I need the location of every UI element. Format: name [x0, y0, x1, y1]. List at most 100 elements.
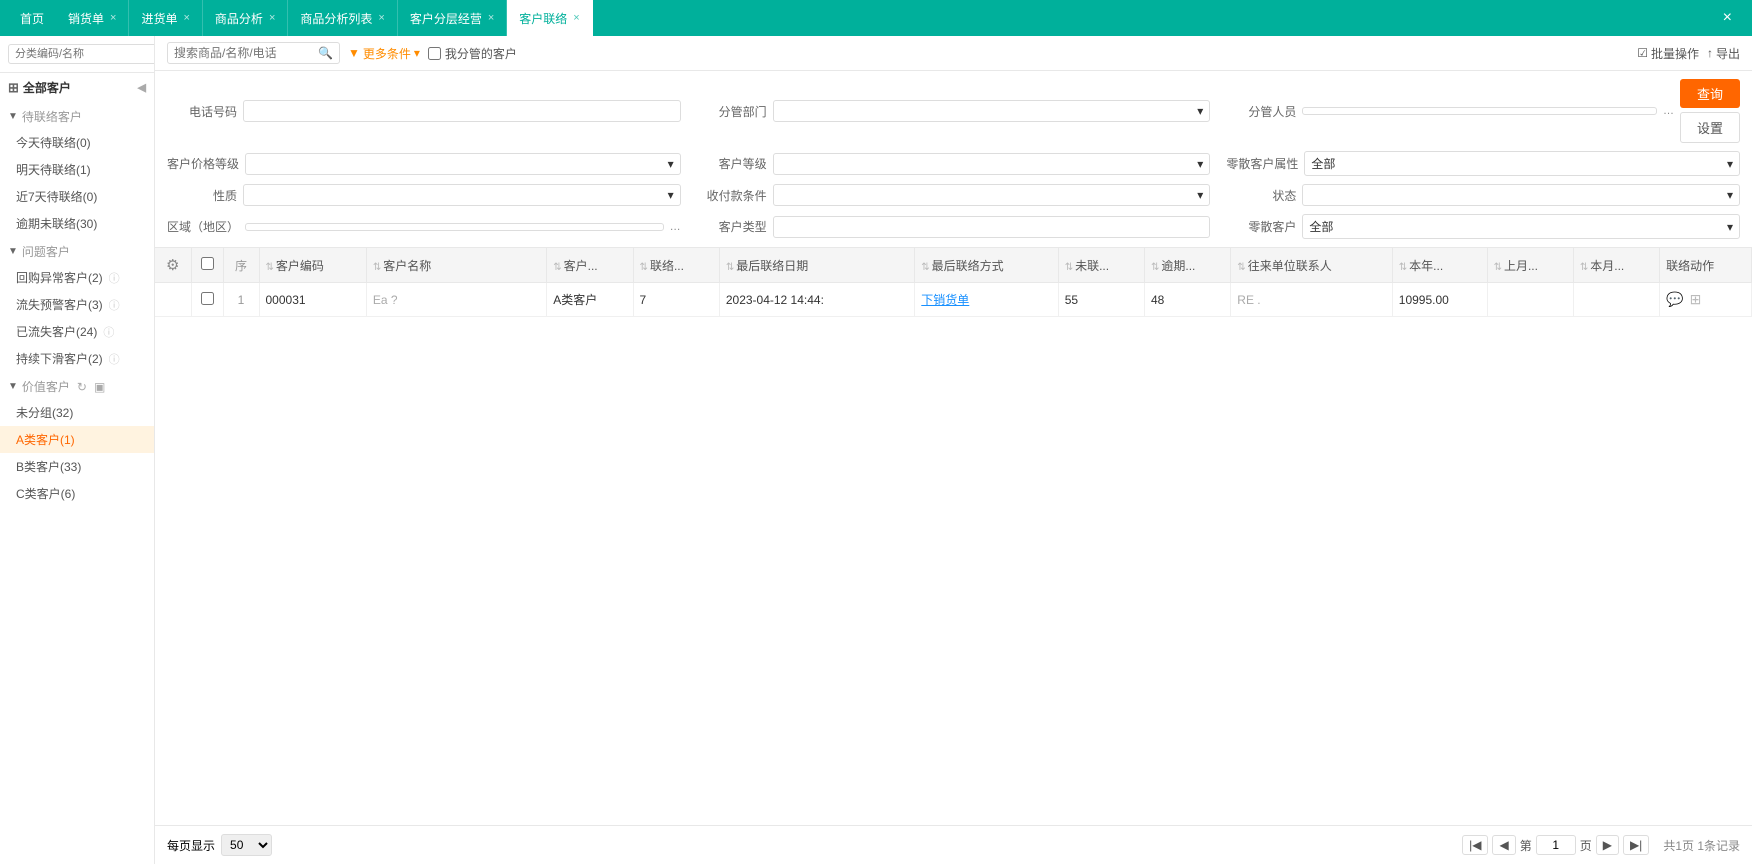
value-customer-triangle[interactable]: ▼ — [8, 381, 18, 392]
churned-label: 已流失客户(24) — [16, 323, 97, 340]
c-class-label: C类客户(6) — [16, 485, 75, 502]
sidebar-item-7days[interactable]: 近7天待联络(0) — [0, 183, 154, 210]
comment-icon[interactable]: 💬 — [1666, 291, 1683, 308]
customer-type-input[interactable] — [773, 216, 1211, 238]
nav-item-analysis-list[interactable]: 商品分析列表 × — [288, 0, 397, 36]
nature-select[interactable]: ▾ — [243, 184, 681, 206]
filter-row-region: 区域（地区） … — [167, 214, 681, 239]
query-button[interactable]: 查询 — [1680, 79, 1740, 108]
page-end-label: 页 — [1580, 837, 1592, 854]
export-label: 导出 — [1716, 45, 1740, 62]
customer-grade-select[interactable]: ▾ — [773, 153, 1211, 175]
nav-item-sales[interactable]: 销货单 × — [56, 0, 129, 36]
th-contact: ⇅联络... — [633, 248, 719, 283]
th-not-contacted: ⇅未联... — [1058, 248, 1144, 283]
sidebar-item-c-class[interactable]: C类客户(6) — [0, 480, 154, 507]
all-customers-label: 全部客户 — [23, 79, 71, 96]
close-customer-segment-icon[interactable]: × — [488, 12, 494, 24]
sidebar-item-ungroup[interactable]: 未分组(32) — [0, 399, 154, 426]
manager-more-btn[interactable]: … — [1663, 105, 1674, 117]
nav-home[interactable]: 首页 — [8, 0, 56, 36]
payment-chevron-icon: ▾ — [1197, 188, 1203, 202]
sidebar-item-churn-warning[interactable]: 流失预警客户(3) ⓘ — [0, 291, 154, 318]
region-more-btn[interactable]: … — [670, 221, 681, 233]
sidebar-item-overdue[interactable]: 逾期未联络(30) — [0, 210, 154, 237]
sidebar-item-b-class[interactable]: B类客户(33) — [0, 453, 154, 480]
value-customer-settings-icon[interactable]: ▣ — [94, 380, 105, 394]
search-box: 🔍 — [167, 42, 340, 64]
row-checkbox[interactable] — [201, 292, 214, 305]
page-number-input[interactable] — [1536, 835, 1576, 855]
sidebar-item-churned[interactable]: 已流失客户(24) ⓘ — [0, 318, 154, 345]
my-customers-checkbox[interactable] — [428, 47, 441, 60]
th-last-contact-method: ⇅最后联络方式 — [915, 248, 1058, 283]
pagination-left: 每页显示 50 100 200 — [167, 834, 272, 856]
sidebar-search-input[interactable] — [8, 44, 155, 64]
filter-row-retail: 零散客户 全部 ▾ — [1226, 214, 1740, 239]
retail-attr-select[interactable]: 全部 ▾ — [1304, 151, 1740, 176]
value-customer-refresh-icon[interactable]: ↻ — [77, 380, 87, 394]
repurchase-info-icon: ⓘ — [109, 270, 120, 286]
more-filters-button[interactable]: ▼ 更多条件 ▾ — [348, 45, 420, 62]
a-class-label: A类客户(1) — [16, 431, 75, 448]
sidebar-item-today[interactable]: 今天待联络(0) — [0, 129, 154, 156]
th-type: ⇅客户... — [547, 248, 633, 283]
nav-item-customer-contact[interactable]: 客户联络 × — [507, 0, 592, 36]
problem-customer-triangle[interactable]: ▼ — [8, 246, 18, 257]
table-settings-icon[interactable]: ⚙ — [166, 257, 179, 274]
filter-row-customer-type: 客户类型 — [697, 214, 1211, 239]
last-contact-method-link[interactable]: 下销货单 — [921, 293, 969, 307]
main-search-input[interactable] — [174, 46, 314, 60]
region-select[interactable] — [245, 223, 664, 231]
close-customer-contact-icon[interactable]: × — [573, 12, 579, 24]
close-purchase-icon[interactable]: × — [183, 12, 189, 24]
table-container: ⚙ 序 ⇅客户编码 ⇅客户名称 ⇅客户... ⇅联络... ⇅最后联络日期 ⇅最… — [155, 248, 1752, 825]
main-search-icon[interactable]: 🔍 — [318, 46, 333, 60]
first-page-button[interactable]: |◀ — [1462, 835, 1488, 855]
nav-item-analysis[interactable]: 商品分析 × — [203, 0, 288, 36]
export-button[interactable]: ↑ 导出 — [1707, 45, 1740, 62]
7days-contact-label: 近7天待联络(0) — [16, 188, 97, 205]
settings-button[interactable]: 设置 — [1680, 112, 1740, 143]
per-page-label: 每页显示 — [167, 837, 215, 854]
nav-item-purchase[interactable]: 进货单 × — [129, 0, 202, 36]
my-customers-checkbox-label[interactable]: 我分管的客户 — [428, 45, 517, 62]
top-nav: 首页 销货单 × 进货单 × 商品分析 × 商品分析列表 × 客户分层经营 × … — [0, 0, 1752, 36]
last-page-button[interactable]: ▶| — [1623, 835, 1649, 855]
dept-select[interactable]: ▾ — [773, 100, 1211, 122]
sidebar-item-declining[interactable]: 持续下滑客户(2) ⓘ — [0, 345, 154, 372]
status-select[interactable]: ▾ — [1302, 184, 1740, 206]
retail-attr-value: 全部 — [1311, 155, 1335, 172]
sidebar-item-a-class[interactable]: A类客户(1) — [0, 426, 154, 453]
prev-page-button[interactable]: ◀ — [1492, 835, 1515, 855]
region-label: 区域（地区） — [167, 218, 239, 235]
nav-label-analysis: 商品分析 — [215, 10, 263, 27]
table-row: 1 000031 Ea ? A类客户 7 2023-04-12 14:44: 下… — [155, 283, 1752, 317]
close-analysis-list-icon[interactable]: × — [378, 12, 384, 24]
sidebar-item-tomorrow[interactable]: 明天待联络(1) — [0, 156, 154, 183]
total-records-label: 共1页 1条记录 — [1663, 837, 1740, 854]
churn-warning-info-icon: ⓘ — [109, 297, 120, 313]
batch-op-button[interactable]: ☑ 批量操作 — [1637, 45, 1699, 62]
qrcode-icon[interactable]: ⊞ — [1690, 291, 1702, 308]
next-page-button[interactable]: ▶ — [1596, 835, 1619, 855]
pending-contact-triangle[interactable]: ▼ — [8, 111, 18, 122]
close-sales-icon[interactable]: × — [110, 12, 116, 24]
close-all-tabs-button[interactable]: × — [1711, 9, 1744, 27]
price-grade-select[interactable]: ▾ — [245, 153, 681, 175]
phone-input[interactable] — [243, 100, 681, 122]
all-customers-header[interactable]: ⊞ 全部客户 ◀ — [0, 73, 154, 102]
select-all-checkbox[interactable] — [201, 257, 214, 270]
per-page-select[interactable]: 50 100 200 — [221, 834, 272, 856]
retail-attr-label: 零散客户属性 — [1226, 155, 1298, 172]
row-code-cell: 000031 — [259, 283, 366, 317]
sidebar-item-repurchase-anomaly[interactable]: 回购异常客户(2) ⓘ — [0, 264, 154, 291]
sidebar-search-area: 🔍 — [0, 36, 154, 73]
payment-select[interactable]: ▾ — [773, 184, 1211, 206]
nav-label-customer-segment: 客户分层经营 — [410, 10, 482, 27]
sidebar-collapse-icon[interactable]: ◀ — [138, 81, 146, 94]
retail-select[interactable]: 全部 ▾ — [1302, 214, 1740, 239]
nav-item-customer-segment[interactable]: 客户分层经营 × — [398, 0, 507, 36]
manager-select[interactable] — [1302, 107, 1657, 115]
close-analysis-icon[interactable]: × — [269, 12, 275, 24]
